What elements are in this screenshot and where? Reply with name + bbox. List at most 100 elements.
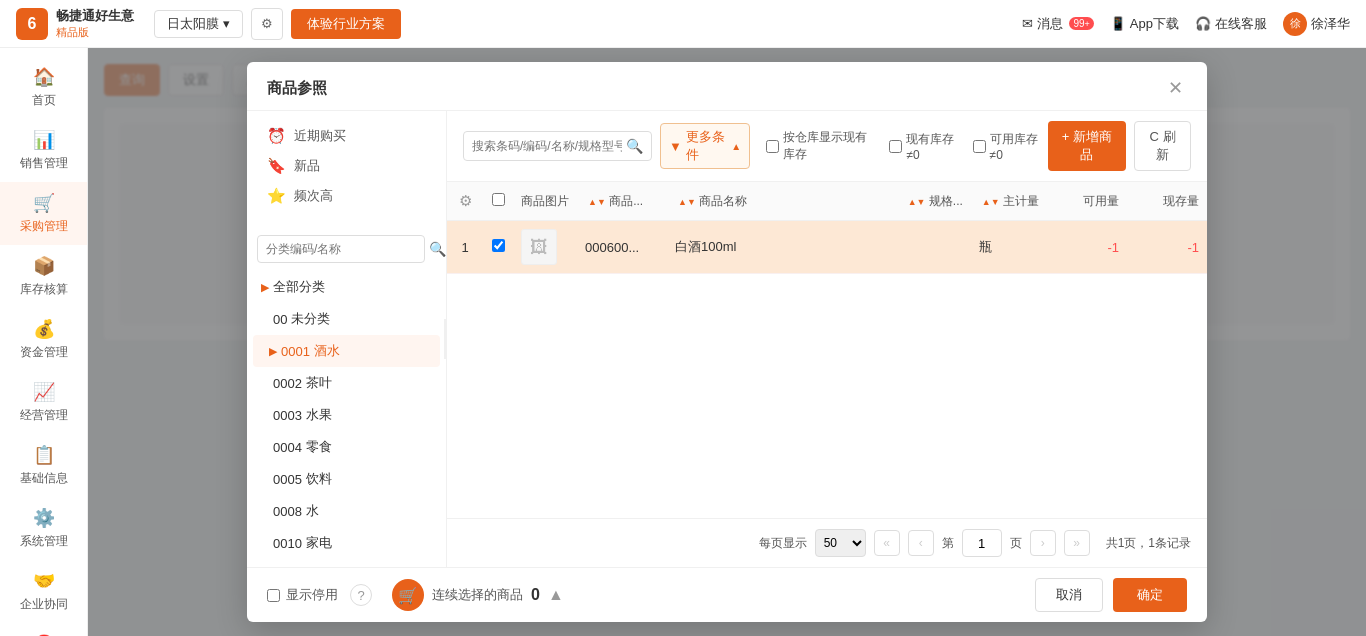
collapse-panel-button[interactable]: 《 [444,319,447,359]
message-badge: 99+ [1069,17,1093,30]
col-unit-header[interactable]: ▲▼ 主计量 [971,182,1047,221]
row-checkbox[interactable] [492,239,505,252]
sidebar-item-purchase[interactable]: 🛒 采购管理 [0,182,87,245]
product-reference-modal: 商品参照 ✕ ⏰ 近期购买 🔖 新 [247,62,1207,622]
classify-search-button[interactable]: 🔍 [429,235,446,263]
category-item-snack[interactable]: 0004 零食 [253,431,440,463]
chevron-down-icon: ▾ [223,16,230,31]
sidebar-item-finance[interactable]: 💰 资金管理 [0,308,87,371]
sidebar-item-home[interactable]: 🏠 首页 [0,56,87,119]
sidebar-item-system[interactable]: ⚙️ 系统管理 [0,497,87,560]
table-row[interactable]: 1 🖼 [447,221,1207,274]
sidebar-item-inventory[interactable]: 📦 库存核算 [0,245,87,308]
experience-plan-button[interactable]: 体验行业方案 [291,9,401,39]
frequent-icon: ⭐ [267,187,286,205]
online-service-button[interactable]: 🎧 在线客服 [1195,15,1267,33]
download-icon: 📱 [1110,16,1126,31]
table-header-row: ⚙ 商品图片 [447,182,1207,221]
cart-collapse-button[interactable]: ▲ [548,586,564,604]
cell-seq: 1 [447,221,483,274]
checkbox-existing-stock-input[interactable] [889,140,902,153]
sidebar-item-sales[interactable]: 📊 销售管理 [0,119,87,182]
page-first-button[interactable]: « [874,530,900,556]
quick-item-frequent[interactable]: ⭐ 频次高 [257,181,436,211]
col-product-image-header: 商品图片 [513,182,577,221]
settings-button[interactable]: ⚙ [251,8,283,40]
cell-checkbox[interactable] [483,221,513,274]
category-item-unclassified[interactable]: 00 未分类 [253,303,440,335]
page-label: 第 [942,535,954,552]
category-active-arrow: ▶ [269,345,277,358]
product-table: ⚙ 商品图片 [447,182,1207,274]
more-conditions-button[interactable]: ▼ 更多条件 ▲ [660,123,750,169]
col-product-code-header[interactable]: ▲▼ 商品... [577,182,667,221]
new-product-icon: 🔖 [267,157,286,175]
page-number-input[interactable] [962,529,1002,557]
product-search-icon[interactable]: 🔍 [626,138,643,154]
filter-checkboxes: 按仓库显示现有库存 现有库存≠0 可用库存≠0 [766,129,1040,163]
page-next-button[interactable]: › [1030,530,1056,556]
operations-icon: 📈 [33,381,55,403]
logo-icon: 6 [16,8,48,40]
checkbox-available-stock-input[interactable] [973,140,986,153]
nav-center: 日太阳膜 ▾ ⚙ 体验行业方案 [154,8,1022,40]
checkbox-available-stock[interactable]: 可用库存≠0 [973,131,1040,162]
classify-search-input[interactable] [257,235,425,263]
checkbox-by-warehouse-input[interactable] [766,140,779,153]
category-item-beverage[interactable]: 0005 饮料 [253,463,440,495]
sidebar: 🏠 首页 📊 销售管理 🛒 采购管理 📦 库存核算 💰 资金管理 📈 经营管理 … [0,48,88,636]
product-search-input[interactable] [472,139,622,153]
confirm-button[interactable]: 确定 [1113,578,1187,612]
message-icon: ✉ [1022,16,1033,31]
page-prev-button[interactable]: ‹ [908,530,934,556]
category-item-all[interactable]: ▶ 全部分类 [253,271,440,303]
sidebar-item-basic-info[interactable]: 📋 基础信息 [0,434,87,497]
refresh-button[interactable]: C 刷新 [1134,121,1191,171]
sidebar-item-operations[interactable]: 📈 经营管理 [0,371,87,434]
help-button[interactable]: ? [350,584,372,606]
column-settings-icon[interactable]: ⚙ [459,192,472,209]
col-stock-header: 现存量 [1127,182,1207,221]
product-search-box[interactable]: 🔍 [463,131,652,161]
category-item-tea[interactable]: 0002 茶叶 [253,367,440,399]
col-spec-header[interactable]: ▲▼ 规格... [897,182,971,221]
user-menu-button[interactable]: 徐 徐泽华 [1283,12,1350,36]
show-disabled-input[interactable] [267,589,280,602]
modal-footer: 显示停用 ? 🛒 连续选择的商品 0 ▲ 取消 确定 [247,567,1207,622]
quick-item-recent[interactable]: ⏰ 近期购买 [257,121,436,151]
page-label2: 页 [1010,535,1022,552]
product-table-container: ⚙ 商品图片 [447,182,1207,518]
modal-close-button[interactable]: ✕ [1163,76,1187,100]
nav-right: ✉ 消息 99+ 📱 App下载 🎧 在线客服 徐 徐泽华 [1022,12,1350,36]
sidebar-item-guide[interactable]: 🎯 新手引导 [0,623,87,636]
nav-dropdown[interactable]: 日太阳膜 ▾ [154,10,243,38]
modal-title: 商品参照 [267,79,327,98]
category-item-liquor[interactable]: ▶ 0001 酒水 [253,335,440,367]
product-table-body: 1 🖼 [447,221,1207,274]
page-last-button[interactable]: » [1064,530,1090,556]
quick-item-new[interactable]: 🔖 新品 [257,151,436,181]
product-thumbnail: 🖼 [521,229,557,265]
messages-button[interactable]: ✉ 消息 99+ [1022,15,1093,33]
checkbox-by-warehouse[interactable]: 按仓库显示现有库存 [766,129,873,163]
image-placeholder-icon: 🖼 [530,237,548,258]
logo-area: 6 畅捷通好生意 精品版 [16,7,134,40]
page-size-label: 每页显示 [759,535,807,552]
page-size-select[interactable]: 50 100 200 [815,529,866,557]
checkbox-existing-stock[interactable]: 现有库存≠0 [889,131,956,162]
category-item-appliance[interactable]: 0010 家电 [253,527,440,559]
category-item-fruit[interactable]: 0003 水果 [253,399,440,431]
avatar: 徐 [1283,12,1307,36]
category-item-water[interactable]: 0008 水 [253,495,440,527]
pagination: 每页显示 50 100 200 « ‹ 第 页 › [447,518,1207,567]
add-product-button[interactable]: + 新增商品 [1048,121,1126,171]
show-disabled-checkbox[interactable]: 显示停用 [267,586,338,604]
basic-info-icon: 📋 [33,444,55,466]
select-all-checkbox[interactable] [492,193,505,206]
col-product-name-header[interactable]: ▲▼ 商品名称 [667,182,897,221]
logo-text: 畅捷通好生意 精品版 [56,7,134,40]
app-download-button[interactable]: 📱 App下载 [1110,15,1179,33]
cart-button[interactable]: 🛒 [392,579,424,611]
sidebar-item-enterprise[interactable]: 🤝 企业协同 [0,560,87,623]
cancel-button[interactable]: 取消 [1035,578,1103,612]
